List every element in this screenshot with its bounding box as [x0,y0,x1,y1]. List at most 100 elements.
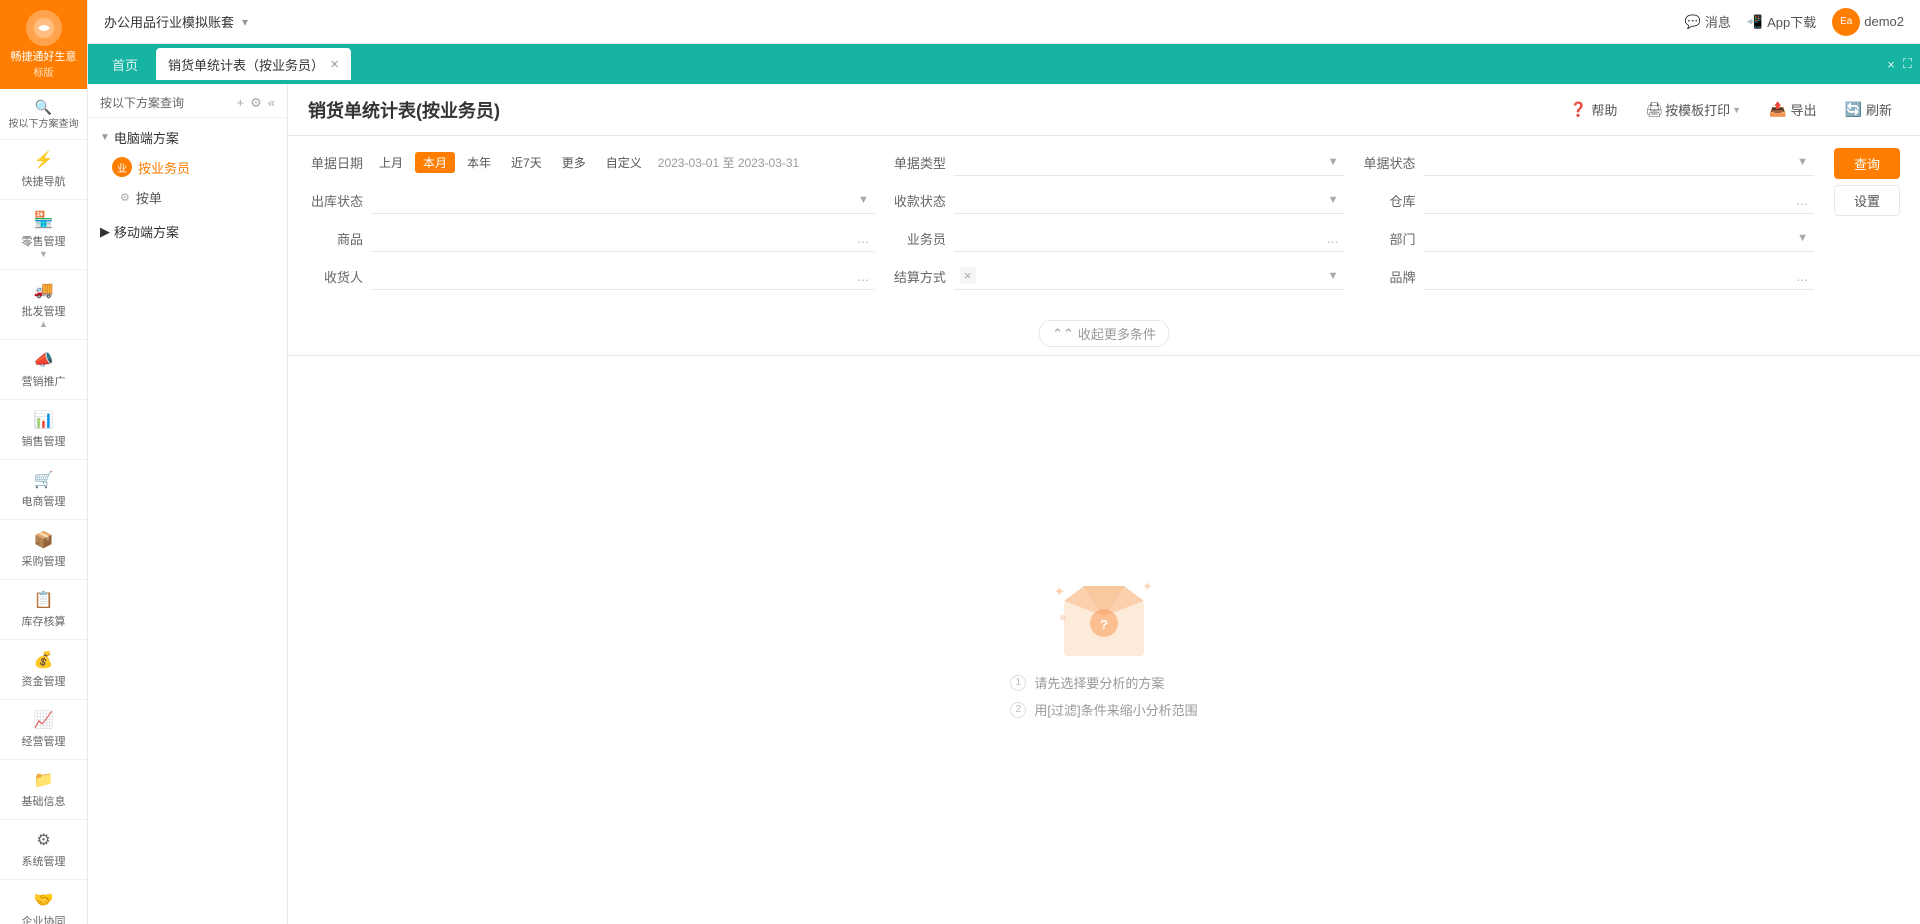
collapse-btn[interactable]: ⌃⌃ 收起更多条件 [1039,320,1169,347]
salesperson-scheme-label: 按业务员 [138,158,190,177]
svg-text:✦: ✦ [1142,579,1153,594]
date-prev-btn[interactable]: 上月 [371,152,411,173]
product-select[interactable]: ... [371,224,875,252]
settlement-select[interactable]: × ▼ [954,262,1345,290]
tab-home-label: 首页 [112,55,138,74]
tabbar-actions: × ⛶ [1887,56,1912,72]
mobile-group-title[interactable]: ▶ 移动端方案 [100,222,275,241]
app-download-btn[interactable]: 📲 App下载 [1747,12,1816,31]
step-1-num: 1 [1010,675,1026,691]
finance-label: 资金管理 [22,673,66,689]
retail-icon: 🏪 [34,210,54,230]
sidebar-item-operations[interactable]: 📈 经营管理 [0,700,88,760]
sidebar-logo[interactable]: 畅捷通好生意 标版 [0,0,88,89]
sidebar-item-wholesale[interactable]: 🚚 批发管理 ▲ [0,270,88,340]
app-download-icon: 📲 [1747,14,1763,30]
tabbar: 首页 销货单统计表（按业务员） ✕ × ⛶ [88,44,1920,84]
warehouse-select[interactable]: ... [1423,186,1814,214]
collapse-label: 收起更多条件 [1078,324,1156,343]
svg-text:●: ● [1059,609,1067,624]
message-btn[interactable]: 💬 消息 [1685,12,1731,31]
tab-active[interactable]: 销货单统计表（按业务员） ✕ [156,48,351,80]
brand-select[interactable]: ... [1423,262,1814,290]
dept-arrow: ▼ [1797,232,1808,244]
sidebar-item-basic[interactable]: 📁 基础信息 [0,760,88,820]
refresh-btn[interactable]: 🔄 刷新 [1837,96,1900,123]
desktop-group-title[interactable]: ▼ 电脑端方案 [88,124,287,151]
sidebar-item-finance[interactable]: 💰 资金管理 [0,640,88,700]
wholesale-label: 批发管理 [22,303,66,319]
page-title-row: 销货单统计表(按业务员) ❓ 帮助 🖨 按模板打印 ▼ 📤 [308,96,1900,123]
date-more-btn[interactable]: 更多 [554,152,594,173]
order-status-select[interactable]: ▼ [1423,148,1814,176]
field-settlement: 结算方式 × ▼ [891,262,1345,290]
salesperson-select[interactable]: ... [954,224,1345,252]
sub-order-label: 按单 [136,188,162,207]
date-cur-btn[interactable]: 本月 [415,152,455,173]
operations-icon: 📈 [34,710,54,730]
receiver-select[interactable]: ... [371,262,875,290]
dept-select[interactable]: ▼ [1423,224,1814,252]
breadcrumb-dropdown-icon[interactable]: ▾ [242,15,248,29]
order-type-label: 单据类型 [891,153,946,172]
scheme-item-salesperson[interactable]: 业 按业务员 [88,151,287,183]
field-product: 商品 ... [308,224,875,252]
system-label: 系统管理 [22,853,66,869]
basic-label: 基础信息 [22,793,66,809]
logo-icon [26,10,62,46]
receiver-dots[interactable]: ... [857,268,869,284]
sidebar-item-quicknav[interactable]: ⚡ 快捷导航 [0,140,88,200]
product-dots[interactable]: ... [857,230,869,246]
brand-dots[interactable]: ... [1796,268,1808,284]
order-type-select[interactable]: ▼ [954,148,1345,176]
sidebar-item-marketing[interactable]: 📣 营销推广 [0,340,88,400]
sidebar-item-ecommerce[interactable]: 🛒 电商管理 [0,460,88,520]
topbar-right: 💬 消息 📲 App下载 Ea demo2 [1685,8,1904,36]
empty-state: ? ✦ ✦ ● 1 请先选择要分析的方案 2 用[过滤]条件来缩小分析范围 [288,356,1920,924]
purchase-icon: 📦 [34,530,54,550]
sidebar-item-inventory[interactable]: 📋 库存核算 [0,580,88,640]
order-status-arrow: ▼ [1797,156,1808,168]
help-btn[interactable]: ❓ 帮助 [1562,96,1625,123]
tab-active-label: 销货单统计表（按业务员） [168,55,324,74]
scheme-sub-order[interactable]: ⚙ 按单 [88,183,287,212]
print-btn[interactable]: 🖨 按模板打印 ▼ [1637,96,1749,123]
tab-close-btn[interactable]: ✕ [330,58,339,71]
expand-window-icon[interactable]: ⛶ [1903,56,1912,72]
page-header: 销货单统计表(按业务员) ❓ 帮助 🖨 按模板打印 ▼ 📤 [288,84,1920,136]
add-scheme-btn[interactable]: + [237,95,245,111]
order-status-label: 单据状态 [1360,153,1415,172]
sidebar-item-enterprise[interactable]: 🤝 企业协同 [0,880,88,924]
sidebar-item-sales[interactable]: 📊 销售管理 [0,400,88,460]
export-btn[interactable]: 📤 导出 [1761,96,1824,123]
tab-home[interactable]: 首页 [96,44,154,84]
field-receiver: 收货人 ... [308,262,875,290]
date-year-btn[interactable]: 本年 [459,152,499,173]
settlement-tag-remove[interactable]: × [964,268,972,283]
query-btn[interactable]: 查询 [1834,148,1900,179]
sidebar-item-retail[interactable]: 🏪 零售管理 ▼ [0,200,88,270]
sidebar-item-system[interactable]: ⚙ 系统管理 [0,820,88,880]
desktop-group-label: 电脑端方案 [114,128,179,147]
sidebar-search[interactable]: 🔍 按以下方案查询 [0,89,88,140]
main-area: 办公用品行业模拟账套 ▾ 💬 消息 📲 App下载 Ea demo2 首页 [88,0,1920,924]
close-window-icon[interactable]: × [1887,57,1895,72]
date-custom-btn[interactable]: 自定义 [598,152,650,173]
scheme-settings-btn[interactable]: ⚙ [250,95,262,111]
user-menu[interactable]: Ea demo2 [1832,8,1904,36]
out-status-select[interactable]: ▼ [371,186,875,214]
content-area: 按以下方案查询 + ⚙ « ▼ 电脑端方案 业 按业务员 ⚙ [88,84,1920,924]
collapse-panel-btn[interactable]: « [268,95,275,111]
receipt-status-select[interactable]: ▼ [954,186,1345,214]
settings-btn[interactable]: 设置 [1834,185,1900,216]
sidebar-item-purchase[interactable]: 📦 采购管理 [0,520,88,580]
warehouse-dots[interactable]: ... [1796,192,1808,208]
ecommerce-label: 电商管理 [22,493,66,509]
left-panel-header: 按以下方案查询 + ⚙ « [88,84,287,118]
message-label: 消息 [1705,12,1731,31]
enterprise-icon: 🤝 [34,890,54,910]
salesperson-dots[interactable]: ... [1327,230,1339,246]
date-7-btn[interactable]: 近7天 [503,152,550,173]
action-buttons: 查询 设置 [1834,148,1900,300]
query-row-3: 商品 ... 业务员 ... [308,224,1814,252]
